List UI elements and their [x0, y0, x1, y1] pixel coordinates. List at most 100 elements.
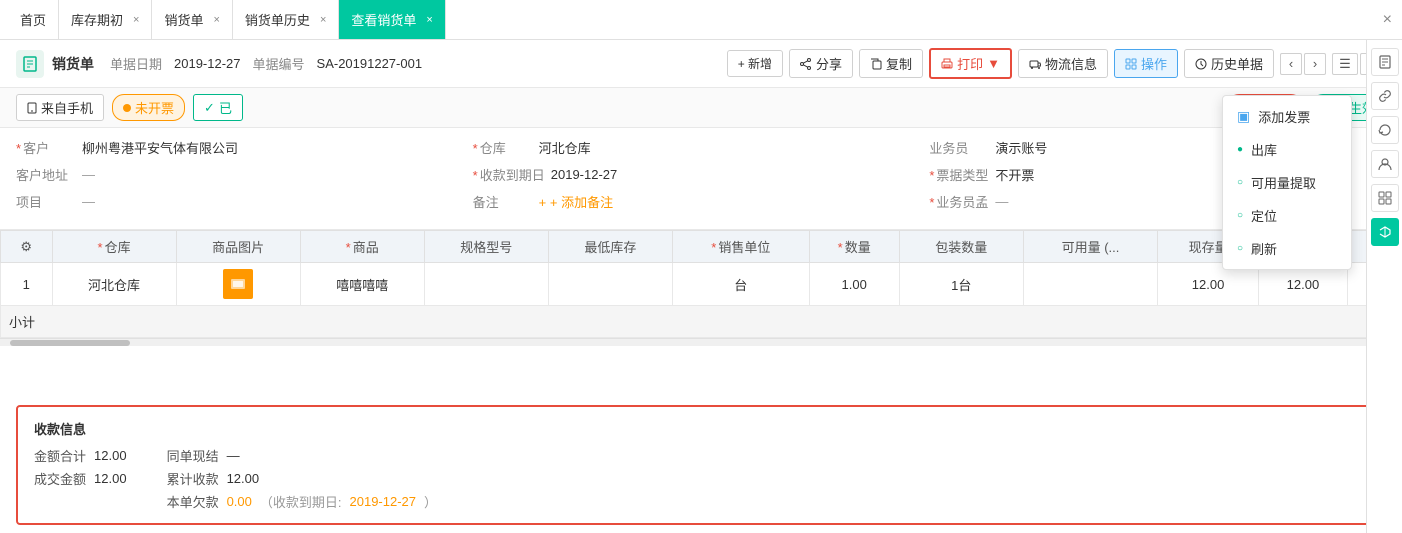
not-open-dot	[123, 104, 131, 112]
tab-view-sales[interactable]: 查看销货单 ×	[339, 0, 445, 39]
transaction-value: 12.00	[94, 471, 127, 486]
col-quantity: 数量	[809, 231, 899, 263]
tab-sales-order-label: 销货单	[164, 10, 203, 29]
tab-sales-order-close[interactable]: ×	[213, 14, 219, 26]
locate-icon: ○	[1237, 210, 1243, 221]
window-close-button[interactable]: ×	[1383, 11, 1392, 29]
subtotal-row: 小计	[1, 306, 1402, 338]
col-pack-qty: 包装数量	[899, 231, 1023, 263]
checkmark-button[interactable]: ✓ 已	[193, 94, 243, 121]
customer-value: 柳州粤港平安气体有限公司	[82, 138, 238, 157]
new-button[interactable]: + 新增	[727, 50, 783, 77]
print-dropdown-arrow[interactable]: ▼	[987, 56, 1000, 71]
action-row: 来自手机 未开票 ✓ 已 ✓ 已核销 ✓ 已生效	[0, 88, 1402, 128]
copy-button[interactable]: 复制	[859, 49, 923, 78]
dropdown-refresh[interactable]: ○ 刷新	[1223, 232, 1351, 265]
scrollbar-thumb[interactable]	[10, 340, 130, 346]
refresh-label: 刷新	[1251, 239, 1277, 258]
tab-stock-init[interactable]: 库存期初 ×	[59, 0, 152, 39]
number-label: 单据编号	[253, 54, 305, 73]
same-order-label: 同单现结	[167, 446, 219, 465]
summary-col-1: 金额合计 12.00 成交金额 12.00	[34, 446, 127, 511]
dropdown-add-invoice[interactable]: ▣ 添加发票	[1223, 100, 1351, 133]
staff-label: 业务员孟	[929, 192, 989, 211]
summary-title: 收款信息	[34, 419, 1368, 438]
warehouse-value: 河北仓库	[539, 138, 591, 157]
summary-col-2: 同单现结 — 累计收款 12.00 本单欠款 0.00 （收款到期日: 2019…	[167, 446, 437, 511]
history-button[interactable]: 历史单据	[1184, 49, 1274, 78]
logistics-button[interactable]: 物流信息	[1018, 49, 1108, 78]
available-qty-label: 可用量提取	[1251, 173, 1316, 192]
product-thumbnail	[223, 269, 253, 299]
col-product-img: 商品图片	[176, 231, 300, 263]
dropdown-locate[interactable]: ○ 定位	[1223, 199, 1351, 232]
outstanding-value: 0.00	[227, 494, 252, 509]
list-view-button[interactable]: ☰	[1332, 53, 1358, 75]
locate-label: 定位	[1251, 206, 1277, 225]
payment-date-field: 收款到期日 2019-12-27	[473, 165, 930, 184]
add-note-icon: +	[539, 195, 547, 210]
note-label: 备注	[473, 192, 533, 211]
same-order-value: —	[227, 448, 240, 463]
table-row: 1 河北仓库 嘻嘻嘻嘻 台 1.00 1台 12.00 12.00	[1, 263, 1402, 306]
payment-date-value: 2019-12-27	[551, 167, 618, 182]
customer-label: 客户	[16, 138, 76, 157]
project-label: 项目	[16, 192, 76, 211]
outbound-icon: ●	[1237, 144, 1243, 155]
sidebar-icon-grid[interactable]	[1371, 184, 1399, 212]
doc-header: 销货单 单据日期 2019-12-27 单据编号 SA-20191227-001…	[0, 40, 1402, 88]
add-invoice-icon: ▣	[1237, 108, 1250, 125]
col-settings[interactable]: ⚙	[1, 231, 53, 263]
cell-pack-qty: 1台	[899, 263, 1023, 306]
right-sidebar	[1366, 40, 1402, 533]
tab-view-sales-close[interactable]: ×	[426, 14, 432, 26]
next-button[interactable]: ›	[1304, 53, 1326, 75]
print-button[interactable]: 打印 ▼	[929, 48, 1012, 79]
dropdown-outbound[interactable]: ● 出库	[1223, 133, 1351, 166]
cumulative-label: 累计收款	[167, 469, 219, 488]
form-area: 客户 柳州粤港平安气体有限公司 仓库 河北仓库 业务员 演示账号 客户地址 — …	[0, 128, 1402, 230]
sidebar-icon-user[interactable]	[1371, 150, 1399, 178]
not-open-button[interactable]: 未开票	[112, 94, 185, 121]
sidebar-icon-doc[interactable]	[1371, 48, 1399, 76]
same-order-row: 同单现结 —	[167, 446, 437, 465]
dropdown-available-qty[interactable]: ○ 可用量提取	[1223, 166, 1351, 199]
table-area: ⚙ 仓库 商品图片 商品 规格型号 最低库存 销售单位 数量 包装数量 可用量 …	[0, 230, 1402, 401]
refresh-icon: ○	[1237, 243, 1243, 254]
payment-summary: 收款信息 金额合计 12.00 成交金额 12.00 同单现结 — 累计收款	[16, 405, 1386, 525]
sidebar-icon-expand[interactable]	[1371, 218, 1399, 246]
sidebar-icon-refresh[interactable]	[1371, 116, 1399, 144]
from-phone-button[interactable]: 来自手机	[16, 94, 104, 121]
ticket-type-label: 票据类型	[929, 165, 989, 184]
cumulative-row: 累计收款 12.00	[167, 469, 437, 488]
tab-sales-history-close[interactable]: ×	[320, 14, 326, 26]
tab-stock-init-close[interactable]: ×	[133, 14, 139, 26]
salesperson-label: 业务员	[929, 138, 989, 157]
cell-available	[1023, 263, 1157, 306]
staff-value: —	[995, 194, 1008, 209]
tab-sales-history[interactable]: 销货单历史 ×	[233, 0, 339, 39]
salesperson-value: 演示账号	[995, 138, 1047, 157]
cumulative-value: 12.00	[227, 471, 260, 486]
tab-sales-history-label: 销货单历史	[245, 10, 310, 29]
number-value: SA-20191227-001	[317, 56, 423, 71]
toolbar-right: + 新增 分享 复制 打印 ▼ 物流信息 操作	[727, 48, 1386, 79]
doc-meta: 单据日期 2019-12-27 单据编号 SA-20191227-001	[110, 54, 422, 73]
add-note-button[interactable]: + + 添加备注	[539, 192, 613, 211]
form-row-1: 客户 柳州粤港平安气体有限公司 仓库 河北仓库 业务员 演示账号	[16, 138, 1386, 157]
tab-sales-order[interactable]: 销货单 ×	[152, 0, 232, 39]
horizontal-scrollbar[interactable]	[0, 338, 1402, 346]
not-open-label: 未开票	[135, 98, 174, 117]
cell-spec	[424, 263, 548, 306]
date-value: 2019-12-27	[174, 56, 241, 71]
share-button[interactable]: 分享	[789, 49, 853, 78]
tab-home[interactable]: 首页	[8, 0, 59, 39]
col-available: 可用量 (...	[1023, 231, 1157, 263]
sidebar-icon-link[interactable]	[1371, 82, 1399, 110]
tab-view-sales-label: 查看销货单	[351, 10, 416, 29]
customer-field: 客户 柳州粤港平安气体有限公司	[16, 138, 473, 157]
operation-button[interactable]: 操作	[1114, 49, 1178, 78]
cell-row-num: 1	[1, 263, 53, 306]
nav-arrows: ‹ ›	[1280, 53, 1326, 75]
prev-button[interactable]: ‹	[1280, 53, 1302, 75]
